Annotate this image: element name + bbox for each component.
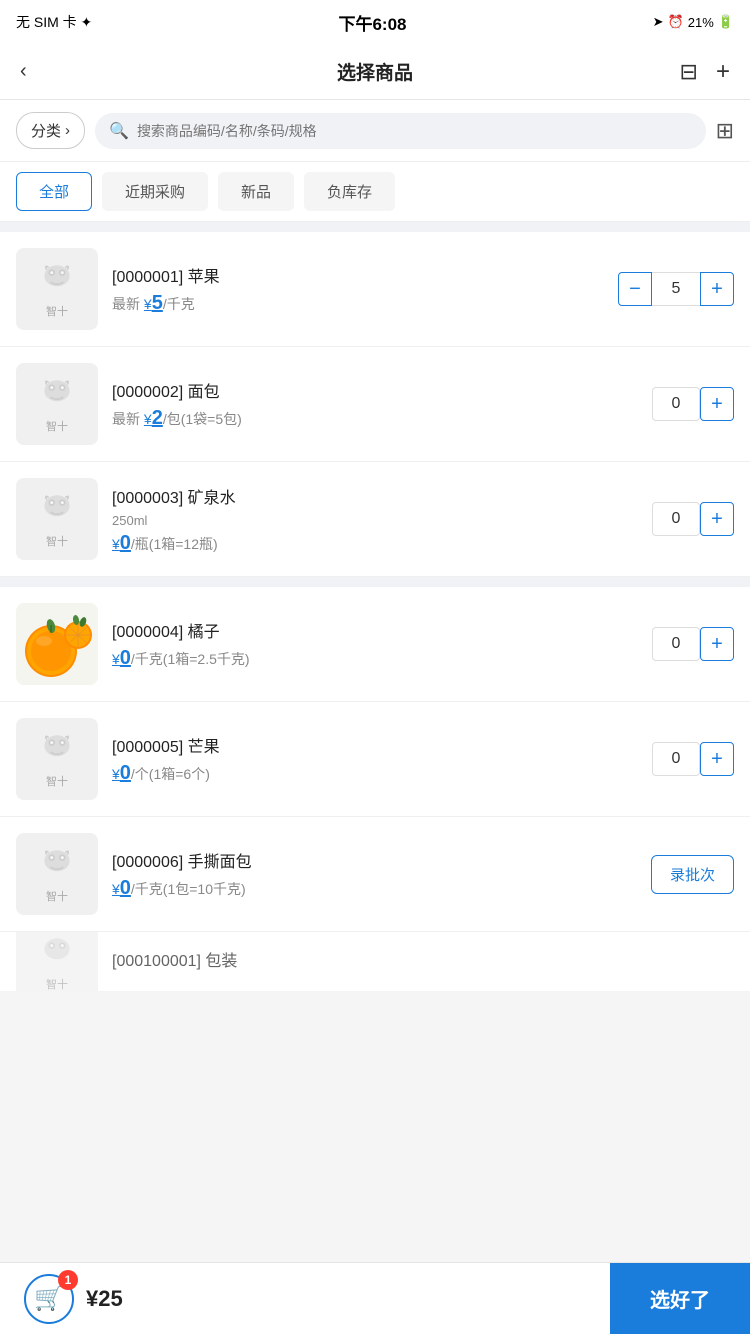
- category-label: 分类: [31, 120, 61, 141]
- product-name: [0000006] 手撕面包: [112, 848, 637, 872]
- increase-button[interactable]: +: [700, 272, 734, 306]
- product-info: [0000001] 苹果 最新 ¥5/千克: [112, 263, 604, 315]
- tab-bar: 全部 近期采购 新品 负库存: [0, 162, 750, 222]
- product-thumbnail: 智十: [16, 833, 98, 915]
- product-info: [0000002] 面包 最新 ¥2/包(1袋=5包): [112, 378, 638, 430]
- product-item-partial: 智十 [000100001] 包装: [0, 932, 750, 992]
- sim-status: 无 SIM 卡 ✦: [16, 12, 92, 32]
- increase-button[interactable]: +: [700, 502, 734, 536]
- nav-left: ‹: [20, 60, 27, 83]
- cart-badge: 1: [58, 1270, 78, 1290]
- product-name: [0000003] 矿泉水: [112, 484, 638, 508]
- tab-new[interactable]: 新品: [218, 172, 294, 211]
- status-right: ➤ ⏰ 21% 🔋: [653, 14, 734, 30]
- product-thumbnail: 智十: [16, 363, 98, 445]
- product-name: [000100001] 包装: [112, 947, 734, 971]
- product-info: [0000006] 手撕面包 ¥0/千克(1包=10千克): [112, 848, 637, 900]
- status-left: 无 SIM 卡 ✦: [16, 12, 92, 32]
- batch-button[interactable]: 录批次: [651, 855, 734, 894]
- quantity-input[interactable]: [652, 742, 700, 776]
- product-thumbnail: 智十: [16, 478, 98, 560]
- cart-button[interactable]: 🛒 1: [24, 1274, 74, 1324]
- product-price: ¥0/千克(1包=10千克): [112, 877, 637, 900]
- back-button[interactable]: ‹: [20, 60, 27, 83]
- quantity-control: +: [652, 742, 734, 776]
- page-title: 选择商品: [337, 58, 413, 85]
- product-name: [0000004] 橘子: [112, 618, 638, 642]
- product-name: [0000001] 苹果: [112, 263, 604, 287]
- product-spec: 250ml: [112, 513, 638, 528]
- increase-button[interactable]: +: [700, 387, 734, 421]
- product-list: 智十 [0000001] 苹果 最新 ¥5/千克 − +: [0, 232, 750, 992]
- quantity-input[interactable]: [652, 387, 700, 421]
- quantity-input[interactable]: [652, 627, 700, 661]
- battery-icon: 🔋: [718, 14, 734, 30]
- increase-button[interactable]: +: [700, 627, 734, 661]
- tab-recent[interactable]: 近期采购: [102, 172, 208, 211]
- filter-row: 分类 › 🔍 ⊞: [0, 100, 750, 162]
- decrease-button[interactable]: −: [618, 272, 652, 306]
- cart-icon: 🛒: [34, 1284, 64, 1313]
- product-price: ¥0/个(1箱=6个): [112, 762, 638, 785]
- nav-bar: ‹ 选择商品 ⊟ +: [0, 44, 750, 100]
- scan-icon[interactable]: ⊞: [716, 118, 734, 144]
- product-item: 智十 [0000003] 矿泉水 250ml ¥0/瓶(1箱=12瓶) +: [0, 462, 750, 577]
- product-item: 智十 [0000005] 芒果 ¥0/个(1箱=6个) +: [0, 702, 750, 817]
- product-info: [000100001] 包装: [112, 947, 734, 976]
- product-item: 智十 [0000002] 面包 最新 ¥2/包(1袋=5包) +: [0, 347, 750, 462]
- product-item: 智十 [0000001] 苹果 最新 ¥5/千克 − +: [0, 232, 750, 347]
- filter-icon[interactable]: ⊟: [680, 59, 698, 85]
- increase-button[interactable]: +: [700, 742, 734, 776]
- product-name: [0000005] 芒果: [112, 733, 638, 757]
- product-info: [0000005] 芒果 ¥0/个(1箱=6个): [112, 733, 638, 785]
- product-price: ¥0/瓶(1箱=12瓶): [112, 532, 638, 555]
- quantity-input[interactable]: [652, 502, 700, 536]
- add-button[interactable]: +: [716, 58, 730, 86]
- product-price: 最新 ¥2/包(1袋=5包): [112, 407, 638, 430]
- section-divider: [0, 577, 750, 587]
- product-price: 最新 ¥5/千克: [112, 292, 604, 315]
- quantity-control: − +: [618, 272, 734, 306]
- battery-level: 21%: [688, 15, 714, 30]
- product-thumbnail: 智十: [16, 718, 98, 800]
- bottom-bar: 🛒 1 ¥25 选好了: [0, 1262, 750, 1334]
- product-thumbnail: 智十: [16, 248, 98, 330]
- search-input[interactable]: [137, 123, 692, 139]
- status-bar: 无 SIM 卡 ✦ 下午6:08 ➤ ⏰ 21% 🔋: [0, 0, 750, 44]
- search-box: 🔍: [95, 113, 706, 149]
- tab-negative-stock[interactable]: 负库存: [304, 172, 395, 211]
- product-item: 智十 [0000006] 手撕面包 ¥0/千克(1包=10千克) 录批次: [0, 817, 750, 932]
- product-info: [0000003] 矿泉水 250ml ¥0/瓶(1箱=12瓶): [112, 484, 638, 555]
- product-thumbnail: 智十: [16, 932, 98, 992]
- section-divider: [0, 222, 750, 232]
- category-button[interactable]: 分类 ›: [16, 112, 85, 149]
- product-thumbnail: [16, 603, 98, 685]
- quantity-control: +: [652, 502, 734, 536]
- product-info: [0000004] 橘子 ¥0/千克(1箱=2.5千克): [112, 618, 638, 670]
- chevron-right-icon: ›: [65, 122, 70, 139]
- nav-right: ⊟ +: [680, 58, 730, 86]
- cart-total: ¥25: [86, 1286, 123, 1312]
- status-time: 下午6:08: [338, 10, 406, 35]
- product-item: [0000004] 橘子 ¥0/千克(1箱=2.5千克) +: [0, 587, 750, 702]
- quantity-control: +: [652, 627, 734, 661]
- tab-all[interactable]: 全部: [16, 172, 92, 211]
- product-price: ¥0/千克(1箱=2.5千克): [112, 647, 638, 670]
- alarm-icon: ⏰: [668, 14, 684, 30]
- product-name: [0000002] 面包: [112, 378, 638, 402]
- cart-section: 🛒 1 ¥25: [0, 1274, 610, 1324]
- confirm-button[interactable]: 选好了: [610, 1263, 750, 1334]
- search-icon: 🔍: [109, 121, 129, 141]
- quantity-input[interactable]: [652, 272, 700, 306]
- location-icon: ➤: [653, 14, 664, 30]
- quantity-control: +: [652, 387, 734, 421]
